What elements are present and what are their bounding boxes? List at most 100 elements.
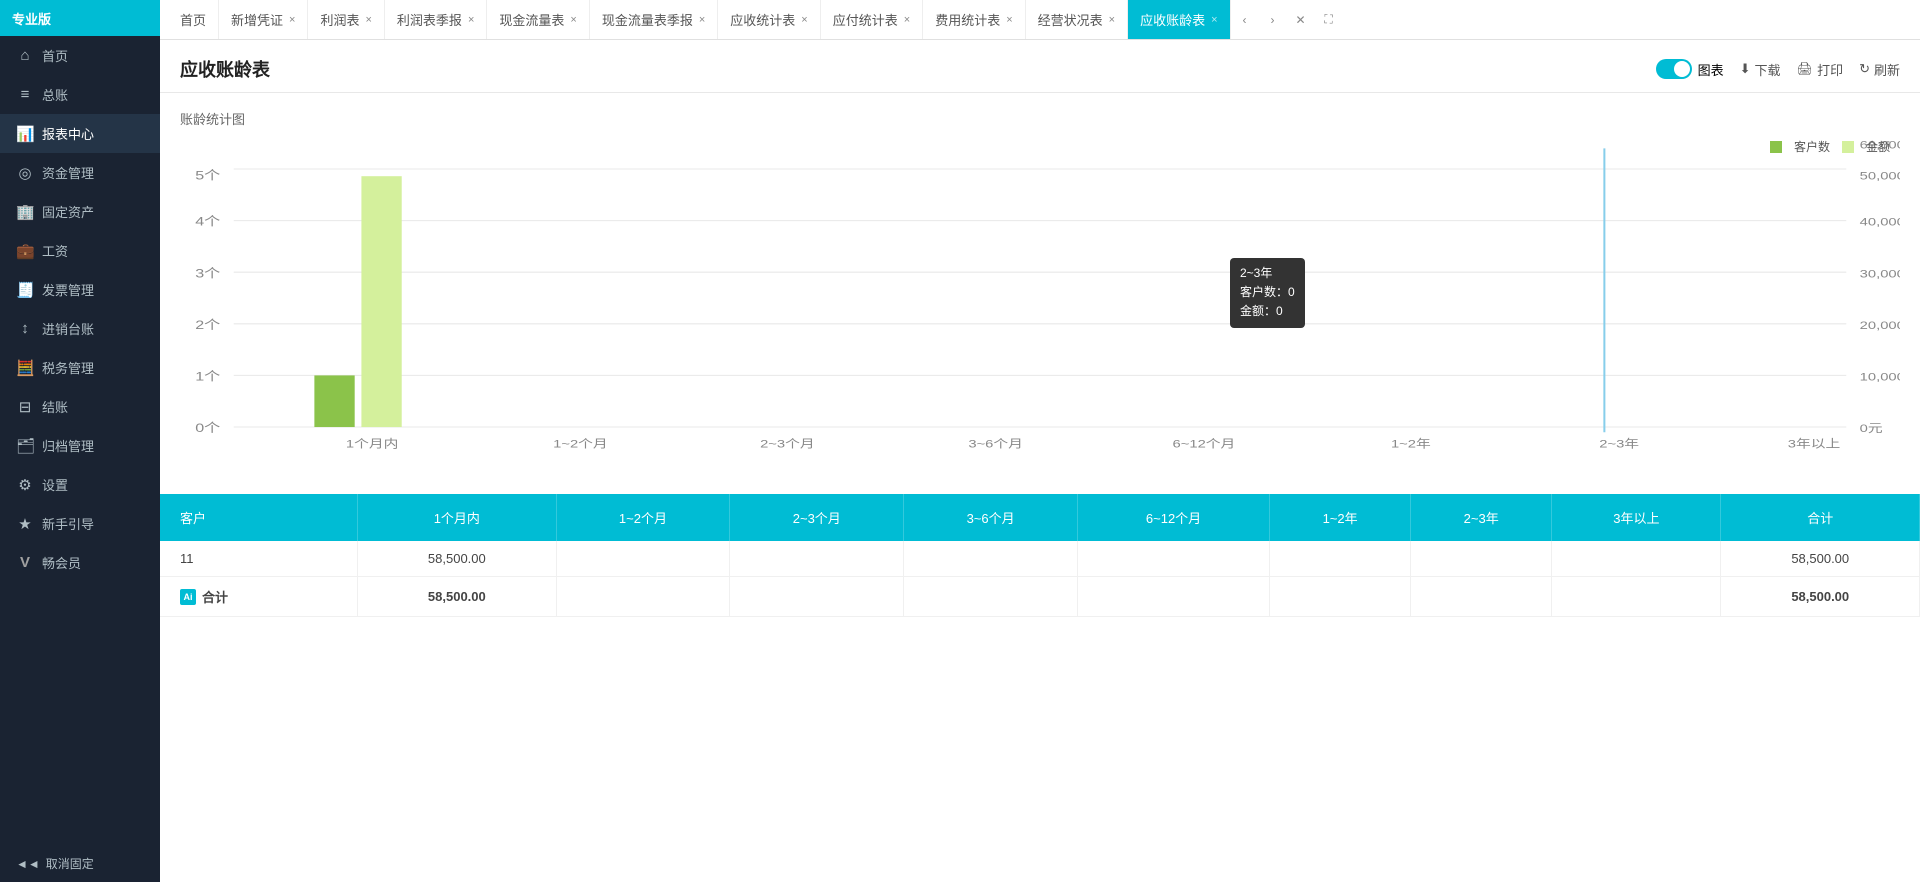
tab-ar-aging[interactable]: 应收账龄表 ×	[1128, 0, 1230, 40]
tab-expense[interactable]: 费用统计表 ×	[923, 0, 1025, 40]
svg-text:20,000.00元: 20,000.00元	[1860, 319, 1900, 332]
download-icon: ⬇	[1740, 61, 1751, 77]
tab-close-ar-stats[interactable]: ×	[801, 14, 807, 26]
refresh-button[interactable]: ↻ 刷新	[1859, 60, 1900, 79]
total-label-text: 合计	[202, 587, 228, 606]
sidebar-item-archive[interactable]: 🗂 归档管理	[0, 426, 160, 465]
col-total: 合计	[1721, 494, 1920, 541]
aging-table: 客户 1个月内 1~2个月 2~3个月 3~6个月 6~12个月 1~2年 2~…	[160, 494, 1920, 617]
tab-close-profit[interactable]: ×	[365, 14, 371, 26]
sidebar-item-label: 固定资产	[42, 202, 94, 221]
legend-customer-icon	[1770, 141, 1782, 153]
sidebar-item-funds[interactable]: ◎ 资金管理	[0, 153, 160, 192]
svg-text:4个: 4个	[195, 215, 220, 230]
tab-close-operation[interactable]: ×	[1109, 14, 1115, 26]
sidebar-item-label: 结账	[42, 397, 68, 416]
settings-icon: ⚙	[16, 476, 34, 494]
sidebar-item-label: 资金管理	[42, 163, 94, 182]
col-m1: 1个月内	[358, 494, 556, 541]
tax-icon: 🧮	[16, 359, 34, 377]
sidebar-item-assets[interactable]: 🏢 固定资产	[0, 192, 160, 231]
funds-icon: ◎	[16, 164, 34, 182]
svg-text:0个: 0个	[195, 421, 220, 436]
sidebar-item-inventory[interactable]: ↕ 进销台账	[0, 309, 160, 348]
sidebar-item-label: 发票管理	[42, 280, 94, 299]
total-m1: 58,500.00	[358, 577, 556, 617]
tab-close-cashflow-q[interactable]: ×	[699, 14, 705, 26]
tab-ap-stats[interactable]: 应付统计表 ×	[821, 0, 923, 40]
sidebar-item-label: 总账	[42, 85, 68, 104]
sidebar-item-label: 设置	[42, 475, 68, 494]
sidebar-item-settings[interactable]: ⚙ 设置	[0, 465, 160, 504]
toggle-dot	[1674, 61, 1690, 77]
tab-ar-stats[interactable]: 应收统计表 ×	[718, 0, 820, 40]
tab-cashflow-q[interactable]: 现金流量表季报 ×	[590, 0, 718, 40]
table-row: 11 58,500.00 58,500.00	[160, 541, 1920, 577]
tab-close-expense[interactable]: ×	[1006, 14, 1012, 26]
svg-text:2个: 2个	[195, 318, 220, 333]
tab-cashflow[interactable]: 现金流量表 ×	[487, 0, 589, 40]
guide-icon: ★	[16, 515, 34, 533]
vip-icon: V	[16, 554, 34, 571]
tab-maximize-button[interactable]: ⛶	[1315, 6, 1343, 34]
bar-chart: 0个 1个 2个 3个 4个 5个 0元 10,000.00元	[180, 138, 1900, 458]
col-m612: 6~12个月	[1078, 494, 1270, 541]
sidebar-item-label: 新手引导	[42, 514, 94, 533]
col-m23: 2~3个月	[730, 494, 904, 541]
tab-next-button[interactable]: ›	[1259, 6, 1287, 34]
sidebar-item-invoice[interactable]: 🧾 发票管理	[0, 270, 160, 309]
sidebar-item-label: 畅会员	[42, 553, 81, 572]
chart-legend: 客户数 金额	[1770, 138, 1890, 155]
print-icon: 🖨	[1797, 61, 1814, 77]
tab-profit[interactable]: 利润表 ×	[308, 0, 384, 40]
legend-customer-label: 客户数	[1794, 138, 1830, 155]
unpin-button[interactable]: ◄◄ 取消固定	[0, 845, 160, 882]
tab-profit-q[interactable]: 利润表季报 ×	[385, 0, 487, 40]
sidebar-item-salary[interactable]: 💼 工资	[0, 231, 160, 270]
tab-voucher[interactable]: 新增凭证 ×	[219, 0, 308, 40]
sidebar-item-home[interactable]: ⌂ 首页	[0, 36, 160, 75]
ledger-icon: ≡	[16, 86, 34, 103]
print-button[interactable]: 🖨 打印	[1797, 60, 1844, 79]
svg-text:2~3年: 2~3年	[1599, 437, 1639, 450]
total-total: 58,500.00	[1721, 577, 1920, 617]
cell-y3plus	[1552, 541, 1721, 577]
tab-close-cashflow[interactable]: ×	[570, 14, 576, 26]
svg-text:3年以上: 3年以上	[1788, 437, 1840, 450]
tab-close-ar-aging[interactable]: ×	[1211, 14, 1217, 26]
cell-total: 58,500.00	[1721, 541, 1920, 577]
tab-close-profit-q[interactable]: ×	[468, 14, 474, 26]
chart-toggle-wrap[interactable]: 图表	[1656, 59, 1724, 79]
svg-text:3个: 3个	[195, 266, 220, 281]
table-header-row: 客户 1个月内 1~2个月 2~3个月 3~6个月 6~12个月 1~2年 2~…	[160, 494, 1920, 541]
total-row: Ai 合计 58,500.00 58,500.00	[160, 577, 1920, 617]
sidebar-item-closing[interactable]: ⊟ 结账	[0, 387, 160, 426]
cell-y23	[1411, 541, 1552, 577]
sidebar-item-reports[interactable]: 📊 报表中心	[0, 114, 160, 153]
sidebar-item-label: 归档管理	[42, 436, 94, 455]
table-section: 客户 1个月内 1~2个月 2~3个月 3~6个月 6~12个月 1~2年 2~…	[160, 494, 1920, 882]
tab-close-all-button[interactable]: ✕	[1287, 6, 1315, 34]
tab-bar: 首页 新增凭证 × 利润表 × 利润表季报 × 现金流量表 × 现金流量表季报 …	[160, 0, 1920, 40]
tab-close-voucher[interactable]: ×	[289, 14, 295, 26]
tab-close-ap-stats[interactable]: ×	[904, 14, 910, 26]
tab-prev-button[interactable]: ‹	[1231, 6, 1259, 34]
tab-home[interactable]: 首页	[168, 0, 219, 40]
sidebar-item-label: 工资	[42, 241, 68, 260]
sidebar-item-tax[interactable]: 🧮 税务管理	[0, 348, 160, 387]
tab-operation[interactable]: 经营状况表 ×	[1026, 0, 1128, 40]
cell-m12	[556, 541, 730, 577]
svg-text:1~2个月: 1~2个月	[553, 437, 608, 450]
sidebar-item-vip[interactable]: V 畅会员	[0, 543, 160, 582]
archive-icon: 🗂	[16, 437, 34, 455]
cell-y12	[1270, 541, 1411, 577]
sidebar-item-guide[interactable]: ★ 新手引导	[0, 504, 160, 543]
download-button[interactable]: ⬇ 下载	[1740, 60, 1781, 79]
chart-toggle[interactable]	[1656, 59, 1692, 79]
col-m36: 3~6个月	[904, 494, 1078, 541]
svg-text:2~3个月: 2~3个月	[760, 437, 815, 450]
content-area: 应收账龄表 图表 ⬇ 下载 🖨 打印 ↻ 刷新	[160, 40, 1920, 882]
sidebar-item-ledger[interactable]: ≡ 总账	[0, 75, 160, 114]
home-icon: ⌂	[16, 47, 34, 64]
total-m12	[556, 577, 730, 617]
